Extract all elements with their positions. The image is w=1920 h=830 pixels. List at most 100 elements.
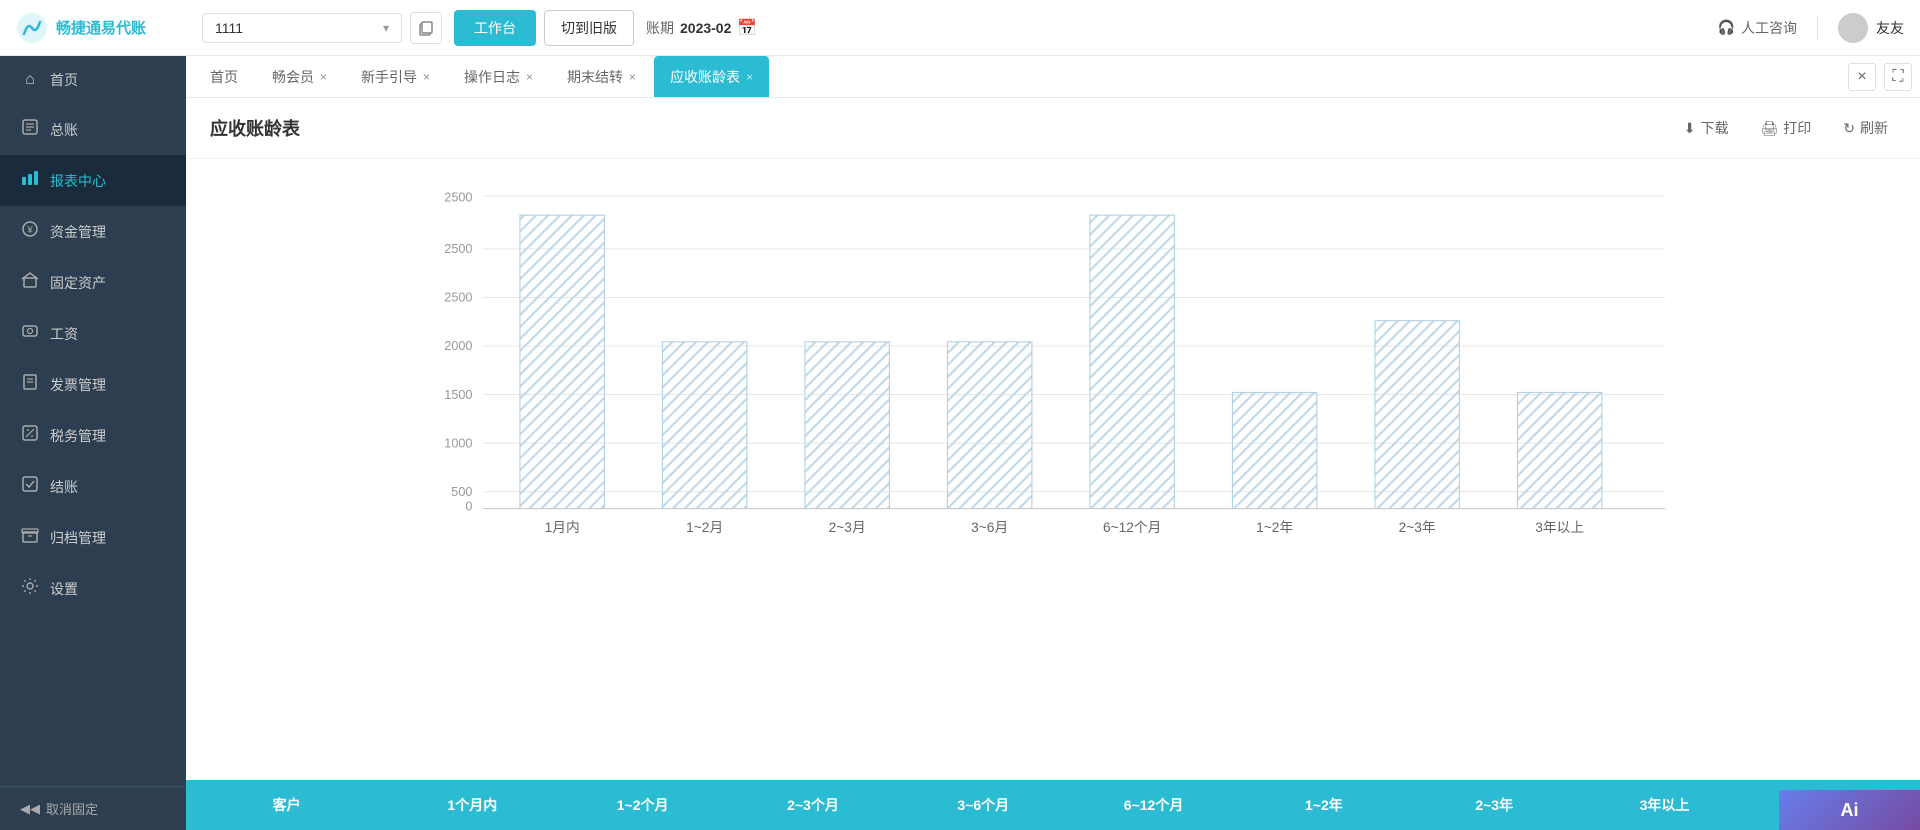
headset-icon: 🎧 — [1718, 19, 1735, 36]
tab-oplog-label: 操作日志 — [464, 67, 520, 87]
period-label: 账期 — [646, 18, 674, 38]
svg-text:1500: 1500 — [444, 388, 472, 402]
svg-text:¥: ¥ — [26, 225, 33, 236]
unpin-button[interactable]: ◀◀ 取消固定 — [0, 786, 186, 830]
tab-vip[interactable]: 畅会员 × — [256, 56, 343, 97]
print-icon: 🖨 — [1760, 120, 1778, 137]
refresh-icon: ↻ — [1843, 120, 1855, 137]
main-layout: ⌂ 首页 总账 报表中心 ¥ 资金管理 固定资产 — [0, 56, 1920, 830]
svg-text:3~6月: 3~6月 — [971, 520, 1008, 535]
th-1m: 1个月内 — [387, 795, 557, 815]
avatar — [1838, 13, 1868, 43]
svg-text:0: 0 — [465, 500, 472, 514]
svg-text:2~3年: 2~3年 — [1399, 520, 1436, 535]
sidebar-item-salary[interactable]: 工资 — [0, 308, 186, 359]
chevron-down-icon: ▾ — [383, 21, 389, 35]
svg-text:2500: 2500 — [444, 242, 472, 256]
reports-icon — [20, 169, 40, 192]
switch-version-button[interactable]: 切到旧版 — [544, 10, 634, 46]
tab-period-end-close[interactable]: × — [629, 70, 636, 84]
tabs-actions: × ⛶ — [1848, 63, 1912, 91]
home-icon: ⌂ — [20, 71, 40, 89]
header-right: 🎧 人工咨询 友友 — [1718, 13, 1904, 43]
tab-period-end[interactable]: 期末结转 × — [551, 56, 652, 97]
company-selector[interactable]: 1111 ▾ — [202, 13, 402, 43]
sidebar-item-reports[interactable]: 报表中心 — [0, 155, 186, 206]
aging-chart: 2500 2500 2500 2000 1500 1000 500 0 — [210, 175, 1896, 555]
svg-text:500: 500 — [451, 485, 472, 499]
copy-icon — [418, 20, 434, 36]
ledger-icon — [20, 118, 40, 141]
sidebar-item-invoice[interactable]: 发票管理 — [0, 359, 186, 410]
download-label: 下载 — [1700, 118, 1728, 138]
period-value: 2023-02 — [680, 20, 731, 36]
tab-vip-close[interactable]: × — [320, 70, 327, 84]
top-header: 畅捷通易代账 1111 ▾ 工作台 切到旧版 账期 2023-02 📅 🎧 人工… — [0, 0, 1920, 56]
svg-text:1月内: 1月内 — [545, 520, 580, 535]
funds-icon: ¥ — [20, 220, 40, 243]
page-title: 应收账龄表 — [210, 115, 300, 141]
sidebar: ⌂ 首页 总账 报表中心 ¥ 资金管理 固定资产 — [0, 56, 186, 830]
tab-home-label: 首页 — [210, 67, 238, 87]
svg-text:6~12个月: 6~12个月 — [1103, 520, 1161, 535]
svg-text:2500: 2500 — [444, 190, 472, 204]
tab-oplog[interactable]: 操作日志 × — [448, 56, 549, 97]
sidebar-item-settings[interactable]: 设置 — [0, 563, 186, 614]
print-label: 打印 — [1783, 118, 1811, 138]
tax-icon — [20, 424, 40, 447]
period-area: 账期 2023-02 📅 — [646, 18, 757, 38]
maximize-tab-button[interactable]: ⛶ — [1884, 63, 1912, 91]
close-tab-button[interactable]: × — [1848, 63, 1876, 91]
download-button[interactable]: ⬇ 下载 — [1676, 114, 1737, 142]
sidebar-item-archive[interactable]: 归档管理 — [0, 512, 186, 563]
sidebar-item-home[interactable]: ⌂ 首页 — [0, 56, 186, 104]
sidebar-item-tax[interactable]: 税务管理 — [0, 410, 186, 461]
salary-icon — [20, 322, 40, 345]
svg-text:1~2月: 1~2月 — [686, 520, 723, 535]
th-customer: 客户 — [186, 795, 387, 815]
divider — [1817, 16, 1818, 40]
logo-text: 畅捷通易代账 — [56, 17, 146, 38]
sidebar-item-checkout[interactable]: 结账 — [0, 461, 186, 512]
svg-text:2000: 2000 — [444, 339, 472, 353]
sidebar-item-funds[interactable]: ¥ 资金管理 — [0, 206, 186, 257]
settings-icon — [20, 577, 40, 600]
svg-text:3年以上: 3年以上 — [1535, 520, 1584, 535]
sidebar-item-assets[interactable]: 固定资产 — [0, 257, 186, 308]
chart-container: 2500 2500 2500 2000 1500 1000 500 0 — [186, 159, 1920, 780]
tab-guide[interactable]: 新手引导 × — [345, 56, 446, 97]
svg-text:1000: 1000 — [444, 436, 472, 450]
sidebar-item-ledger[interactable]: 总账 — [0, 104, 186, 155]
consult-button[interactable]: 🎧 人工咨询 — [1718, 18, 1797, 38]
print-button[interactable]: 🖨 打印 — [1752, 114, 1819, 142]
refresh-label: 刷新 — [1860, 118, 1888, 138]
tab-aging-label: 应收账龄表 — [670, 67, 740, 87]
pin-icon: ◀◀ — [20, 801, 40, 817]
consult-label: 人工咨询 — [1741, 18, 1797, 38]
logo-icon — [16, 12, 48, 44]
page-actions: ⬇ 下载 🖨 打印 ↻ 刷新 — [1676, 114, 1896, 142]
svg-text:2500: 2500 — [444, 291, 472, 305]
th-1-2y: 1~2年 — [1239, 795, 1409, 815]
th-2-3m: 2~3个月 — [728, 795, 898, 815]
user-area[interactable]: 友友 — [1838, 13, 1904, 43]
tab-oplog-close[interactable]: × — [526, 70, 533, 84]
tab-home[interactable]: 首页 — [194, 56, 254, 97]
ai-badge-label: Ai — [1841, 800, 1859, 821]
th-3y-plus: 3年以上 — [1579, 795, 1749, 815]
copy-button[interactable] — [410, 12, 442, 44]
workbench-button[interactable]: 工作台 — [454, 10, 536, 46]
table-header: 客户 1个月内 1~2个月 2~3个月 3~6个月 6~12个月 1~2年 2~… — [186, 780, 1920, 830]
ai-assistant-badge[interactable]: Ai — [1779, 790, 1920, 830]
calendar-icon[interactable]: 📅 — [737, 18, 757, 38]
invoice-icon — [20, 373, 40, 396]
th-6-12m: 6~12个月 — [1068, 795, 1238, 815]
page-content: 应收账龄表 ⬇ 下载 🖨 打印 ↻ 刷新 — [186, 98, 1920, 830]
th-2-3y: 2~3年 — [1409, 795, 1579, 815]
tab-guide-label: 新手引导 — [361, 67, 417, 87]
tab-guide-close[interactable]: × — [423, 70, 430, 84]
tab-aging-close[interactable]: × — [746, 70, 753, 84]
tab-aging[interactable]: 应收账龄表 × — [654, 56, 769, 97]
refresh-button[interactable]: ↻ 刷新 — [1835, 114, 1896, 142]
company-name: 1111 — [215, 20, 375, 36]
